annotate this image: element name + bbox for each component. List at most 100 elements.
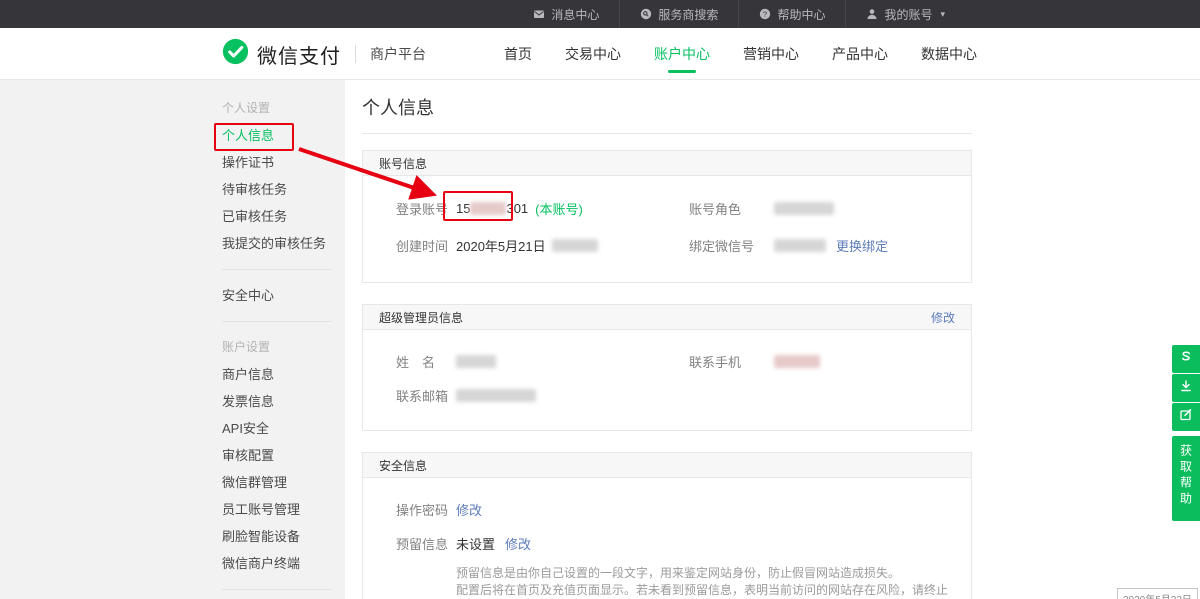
operation-password-label: 操作密码 <box>396 500 456 519</box>
sidebar-item-personal-info[interactable]: 个人信息 <box>222 122 332 149</box>
super-admin-panel-body: 姓 名 联系手机 联系邮箱 <box>363 330 971 430</box>
admin-mobile-value <box>774 355 820 368</box>
masked-created-time <box>552 239 598 252</box>
super-admin-panel: 超级管理员信息 修改 姓 名 联系手机 联系邮箱 <box>362 304 972 431</box>
download-icon <box>1179 379 1193 398</box>
chevron-down-icon: ▾ <box>940 9 945 20</box>
help-center-label: 帮助中心 <box>777 6 825 23</box>
admin-name-value <box>456 355 496 368</box>
reserved-info-row: 预留信息 未设置 修改 <box>396 526 955 560</box>
download-button[interactable] <box>1172 374 1200 402</box>
sidebar: 个人设置 个人信息 操作证书 待审核任务 已审核任务 我提交的审核任务 安全中心… <box>222 95 332 599</box>
feedback-button[interactable] <box>1172 403 1200 431</box>
masked-admin-name <box>456 355 496 368</box>
account-info-panel: 账号信息 登录账号 15 301 (本账号) 账号角色 <box>362 150 972 283</box>
admin-mobile-label: 联系手机 <box>689 352 774 371</box>
login-account-suffix: 301 <box>506 201 528 216</box>
nav-marketing-center[interactable]: 营销中心 <box>743 28 799 80</box>
bound-wechat-value: 更换绑定 <box>774 236 888 255</box>
reserved-info-label: 预留信息 <box>396 534 456 553</box>
service-provider-search-menu[interactable]: 服务商搜索 <box>619 0 738 28</box>
account-info-panel-body: 登录账号 15 301 (本账号) 账号角色 创建时间 <box>363 176 971 282</box>
masked-login-digits <box>470 202 506 215</box>
login-account-prefix: 15 <box>456 201 470 216</box>
nav-data-center[interactable]: 数据中心 <box>921 28 977 80</box>
super-admin-edit-link[interactable]: 修改 <box>931 309 955 326</box>
sidebar-group-personal-settings: 个人设置 <box>222 95 332 122</box>
mail-icon <box>533 8 545 20</box>
sidebar-item-staff-account-mgmt[interactable]: 员工账号管理 <box>222 496 332 523</box>
site-header: 微信支付 商户平台 首页 交易中心 账户中心 营销中心 产品中心 数据中心 <box>0 28 1200 80</box>
sidebar-item-face-device[interactable]: 刷脸智能设备 <box>222 523 332 550</box>
message-center-label: 消息中心 <box>551 6 599 23</box>
sidebar-item-wechat-group-mgmt[interactable]: 微信群管理 <box>222 469 332 496</box>
admin-email-row: 联系邮箱 <box>396 378 689 412</box>
reserved-info-value: 未设置 <box>456 534 495 553</box>
reserved-info-desc-line: 配置后将在首页及充值页面显示。若未看到预留信息，表明当前访问的网站存在风险，请终… <box>456 582 955 599</box>
brand-name: 微信支付 <box>257 40 341 69</box>
account-role-value <box>774 202 834 215</box>
super-admin-panel-title: 超级管理员信息 <box>379 309 463 326</box>
customer-service-button[interactable] <box>1172 345 1200 373</box>
sidebar-item-wechat-merchant-terminal[interactable]: 微信商户终端 <box>222 550 332 577</box>
date-tooltip: 2020年5月22日 <box>1117 588 1198 599</box>
created-time-value: 2020年5月21日 <box>456 236 598 255</box>
sidebar-divider <box>222 269 332 270</box>
sidebar-item-operation-cert[interactable]: 操作证书 <box>222 149 332 176</box>
change-binding-link[interactable]: 更换绑定 <box>836 236 888 255</box>
service-provider-search-label: 服务商搜索 <box>658 6 718 23</box>
main-nav: 首页 交易中心 账户中心 营销中心 产品中心 数据中心 <box>504 28 977 80</box>
sidebar-item-security-center[interactable]: 安全中心 <box>222 282 332 309</box>
sidebar-item-invoice-info[interactable]: 发票信息 <box>222 388 332 415</box>
created-time-row: 创建时间 2020年5月21日 <box>396 227 689 264</box>
help-center-menu[interactable]: ? 帮助中心 <box>738 0 845 28</box>
search-circle-icon <box>640 8 652 20</box>
account-role-row: 账号角色 <box>689 190 955 227</box>
masked-wechat-id <box>774 239 826 252</box>
message-center-menu[interactable]: 消息中心 <box>513 0 619 28</box>
operation-password-edit-link[interactable]: 修改 <box>456 500 482 519</box>
masked-admin-email <box>456 389 536 402</box>
admin-email-value <box>456 389 536 402</box>
nav-transaction-center[interactable]: 交易中心 <box>565 28 621 80</box>
login-account-label: 登录账号 <box>396 199 456 218</box>
sidebar-item-pending-review-tasks[interactable]: 待审核任务 <box>222 176 332 203</box>
svg-text:?: ? <box>763 10 767 19</box>
nav-product-center[interactable]: 产品中心 <box>832 28 888 80</box>
account-info-panel-header: 账号信息 <box>363 151 971 176</box>
security-info-panel-title: 安全信息 <box>379 457 427 474</box>
page-title: 个人信息 <box>362 94 972 134</box>
security-info-panel-body: 操作密码 修改 预留信息 未设置 修改 预留信息是由你自己设置的一段文字，用来鉴… <box>363 478 971 599</box>
my-account-menu[interactable]: 我的账号 ▾ <box>845 0 965 28</box>
get-help-button[interactable]: 获取帮助 <box>1172 436 1200 521</box>
wechat-pay-logo-icon <box>222 38 249 70</box>
sidebar-item-api-security[interactable]: API安全 <box>222 415 332 442</box>
portal-name: 商户平台 <box>370 44 426 64</box>
account-role-label: 账号角色 <box>689 199 774 218</box>
admin-name-label: 姓 名 <box>396 352 456 371</box>
feedback-icon <box>1179 408 1193 427</box>
nav-home[interactable]: 首页 <box>504 28 532 80</box>
brand-area[interactable]: 微信支付 商户平台 <box>222 28 426 80</box>
get-help-label: 获取帮助 <box>1178 444 1195 508</box>
admin-name-row: 姓 名 <box>396 344 689 378</box>
sidebar-item-merchant-info[interactable]: 商户信息 <box>222 361 332 388</box>
reserved-info-description: 预留信息是由你自己设置的一段文字，用来鉴定网站身份，防止假冒网站造成损失。 配置… <box>456 565 955 599</box>
floating-action-stack: 获取帮助 <box>1172 345 1200 521</box>
created-time-label: 创建时间 <box>396 236 456 255</box>
sidebar-item-my-submitted-tasks[interactable]: 我提交的审核任务 <box>222 230 332 257</box>
created-date-text: 2020年5月21日 <box>456 236 546 255</box>
security-info-panel: 安全信息 操作密码 修改 预留信息 未设置 修改 预留信息是由你自己设置的一段文… <box>362 452 972 599</box>
customer-service-icon <box>1179 350 1193 369</box>
top-utility-items: 消息中心 服务商搜索 ? 帮助中心 我的账号 ▾ <box>513 0 965 28</box>
sidebar-item-review-config[interactable]: 审核配置 <box>222 442 332 469</box>
top-utility-bar: 消息中心 服务商搜索 ? 帮助中心 我的账号 ▾ <box>0 0 1200 28</box>
masked-admin-mobile <box>774 355 820 368</box>
nav-account-center[interactable]: 账户中心 <box>654 28 710 80</box>
brand-divider <box>355 45 356 63</box>
sidebar-item-reviewed-tasks[interactable]: 已审核任务 <box>222 203 332 230</box>
main-content: 个人信息 账号信息 登录账号 15 301 (本账号) <box>362 80 972 599</box>
help-circle-icon: ? <box>759 8 771 20</box>
reserved-info-edit-link[interactable]: 修改 <box>505 534 531 553</box>
admin-email-label: 联系邮箱 <box>396 386 456 405</box>
